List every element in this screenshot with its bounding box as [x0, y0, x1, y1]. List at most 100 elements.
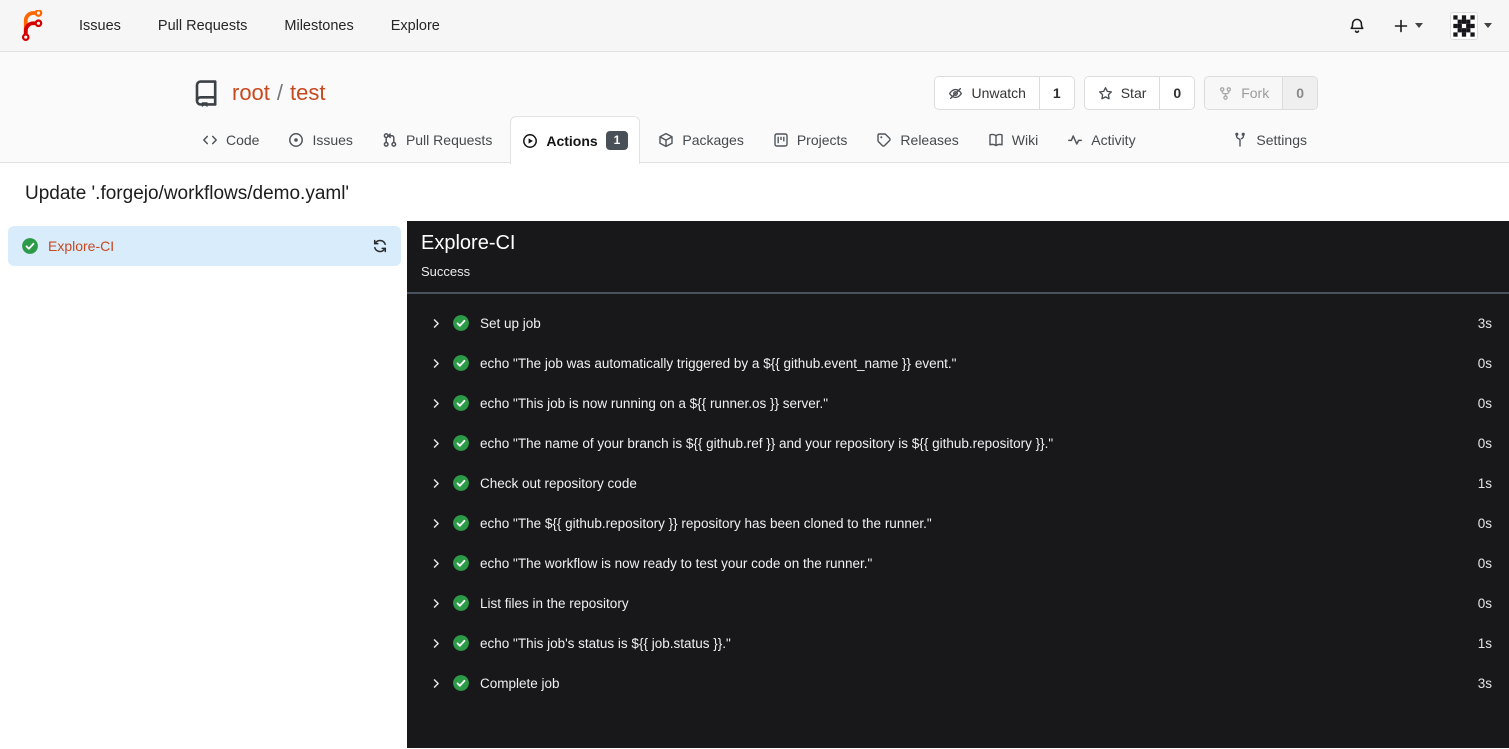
unwatch-count[interactable]: 1 — [1038, 77, 1074, 109]
step-name: Complete job — [480, 675, 560, 691]
success-check-icon — [452, 594, 470, 612]
tab-projects[interactable]: Projects — [762, 116, 859, 163]
book-icon — [988, 132, 1004, 148]
tab-issues[interactable]: Issues — [277, 116, 363, 163]
tab-label: Actions — [546, 132, 598, 149]
chevron-down-icon — [1415, 23, 1423, 28]
step-row[interactable]: echo "The name of your branch is ${{ git… — [407, 423, 1509, 463]
step-row[interactable]: echo "The ${{ github.repository }} repos… — [407, 503, 1509, 543]
step-name: echo "This job is now running on a ${{ r… — [480, 395, 829, 411]
step-name: Check out repository code — [480, 475, 637, 491]
job-name: Explore-CI — [48, 238, 115, 254]
chevron-down-icon — [1484, 23, 1492, 28]
step-row[interactable]: echo "The workflow is now ready to test … — [407, 543, 1509, 583]
step-name: echo "The job was automatically triggere… — [480, 355, 957, 371]
expand-chevron-icon — [430, 597, 443, 610]
tools-icon — [1232, 132, 1248, 148]
expand-chevron-icon — [430, 397, 443, 410]
repo-tabs: Code Issues Pull Requests Actions 1 Packages P… — [191, 116, 1318, 164]
job-item-explore-ci[interactable]: Explore-CI — [8, 226, 401, 266]
step-duration: 1s — [1477, 475, 1492, 491]
expand-chevron-icon — [430, 477, 443, 490]
repo-header: root / test Unwatch 1 Star 0 Fork 0 Code Issue… — [0, 52, 1509, 164]
star-label: Star — [1120, 85, 1147, 101]
success-check-icon — [452, 554, 470, 572]
tab-activity[interactable]: Activity — [1056, 116, 1146, 163]
step-row[interactable]: List files in the repository 0s — [407, 583, 1509, 623]
step-duration: 0s — [1477, 515, 1492, 531]
step-row[interactable]: Complete job 3s — [407, 663, 1509, 703]
tab-code[interactable]: Code — [191, 116, 270, 163]
jobs-sidebar: Explore-CI — [0, 221, 407, 748]
expand-chevron-icon — [430, 437, 443, 450]
tab-actions[interactable]: Actions 1 — [510, 116, 641, 164]
tag-icon — [876, 132, 892, 148]
package-icon — [658, 132, 674, 148]
step-duration: 0s — [1477, 595, 1492, 611]
tab-releases[interactable]: Releases — [865, 116, 969, 163]
tab-packages[interactable]: Packages — [647, 116, 754, 163]
success-check-icon — [452, 674, 470, 692]
activity-icon — [1067, 132, 1083, 148]
repo-owner-link[interactable]: root — [232, 80, 270, 106]
tab-label: Pull Requests — [405, 131, 493, 148]
rerun-sync-icon[interactable] — [372, 238, 388, 254]
step-name: echo "The ${{ github.repository }} repos… — [480, 515, 932, 531]
navbar-right — [1348, 11, 1492, 40]
step-duration: 3s — [1477, 315, 1492, 331]
repo-title-row: root / test Unwatch 1 Star 0 Fork 0 — [191, 52, 1318, 116]
forgejo-logo-icon[interactable] — [17, 8, 49, 42]
create-new-dropdown[interactable] — [1393, 18, 1423, 34]
expand-chevron-icon — [430, 517, 443, 530]
tab-label: Projects — [796, 131, 848, 148]
star-count[interactable]: 0 — [1159, 77, 1195, 109]
step-name: List files in the repository — [480, 595, 629, 611]
run-panel-header: Explore-CI Success — [407, 221, 1509, 294]
repo-name-link[interactable]: test — [290, 80, 325, 106]
success-check-icon — [452, 314, 470, 332]
fork-button[interactable]: Fork — [1205, 77, 1283, 109]
page-title: Update '.forgejo/workflows/demo.yaml' — [25, 183, 350, 204]
step-duration: 0s — [1477, 395, 1492, 411]
unwatch-button[interactable]: Unwatch — [935, 77, 1039, 109]
job-title: Explore-CI — [421, 232, 516, 254]
step-row[interactable]: echo "The job was automatically triggere… — [407, 343, 1509, 383]
step-row[interactable]: Set up job 3s — [407, 303, 1509, 343]
fork-icon — [1218, 86, 1233, 101]
tab-label: Code — [226, 131, 260, 148]
tab-label: Issues — [312, 131, 353, 148]
tab-label: Activity — [1091, 131, 1136, 148]
step-name: echo "The workflow is now ready to test … — [480, 555, 873, 571]
success-check-icon — [21, 237, 39, 255]
breadcrumb-separator: / — [276, 80, 284, 105]
tab-settings[interactable]: Settings — [1221, 116, 1318, 163]
success-check-icon — [452, 394, 470, 412]
nav-item-explore[interactable]: Explore — [391, 18, 440, 34]
step-row[interactable]: echo "This job is now running on a ${{ r… — [407, 383, 1509, 423]
tab-label: Wiki — [1011, 131, 1039, 148]
step-name: Set up job — [480, 315, 541, 331]
tab-wiki[interactable]: Wiki — [977, 116, 1049, 163]
navbar-links: Issues Pull Requests Milestones Explore — [49, 18, 440, 34]
nav-item-issues[interactable]: Issues — [79, 18, 121, 34]
step-row[interactable]: Check out repository code 1s — [407, 463, 1509, 503]
steps-list: Set up job 3s echo "The job was automatica… — [407, 294, 1509, 703]
fork-count[interactable]: 0 — [1282, 77, 1317, 109]
nav-item-pull-requests[interactable]: Pull Requests — [158, 18, 247, 34]
step-name: echo "This job's status is ${{ job.statu… — [480, 635, 731, 651]
step-row[interactable]: echo "This job's status is ${{ job.statu… — [407, 623, 1509, 663]
tab-count-badge: 1 — [605, 131, 629, 150]
tab-pull-requests[interactable]: Pull Requests — [371, 116, 503, 163]
success-check-icon — [452, 434, 470, 452]
star-button[interactable]: Star — [1084, 77, 1160, 109]
pull-request-icon — [382, 132, 398, 148]
expand-chevron-icon — [430, 637, 443, 650]
expand-chevron-icon — [430, 357, 443, 370]
unwatch-button-group: Unwatch 1 — [934, 76, 1075, 110]
step-name: echo "The name of your branch is ${{ git… — [480, 435, 1054, 451]
code-icon — [202, 132, 218, 148]
user-menu-dropdown[interactable] — [1450, 11, 1492, 40]
notifications-bell-icon[interactable] — [1348, 17, 1366, 35]
star-button-group: Star 0 — [1083, 76, 1196, 110]
nav-item-milestones[interactable]: Milestones — [284, 18, 353, 34]
